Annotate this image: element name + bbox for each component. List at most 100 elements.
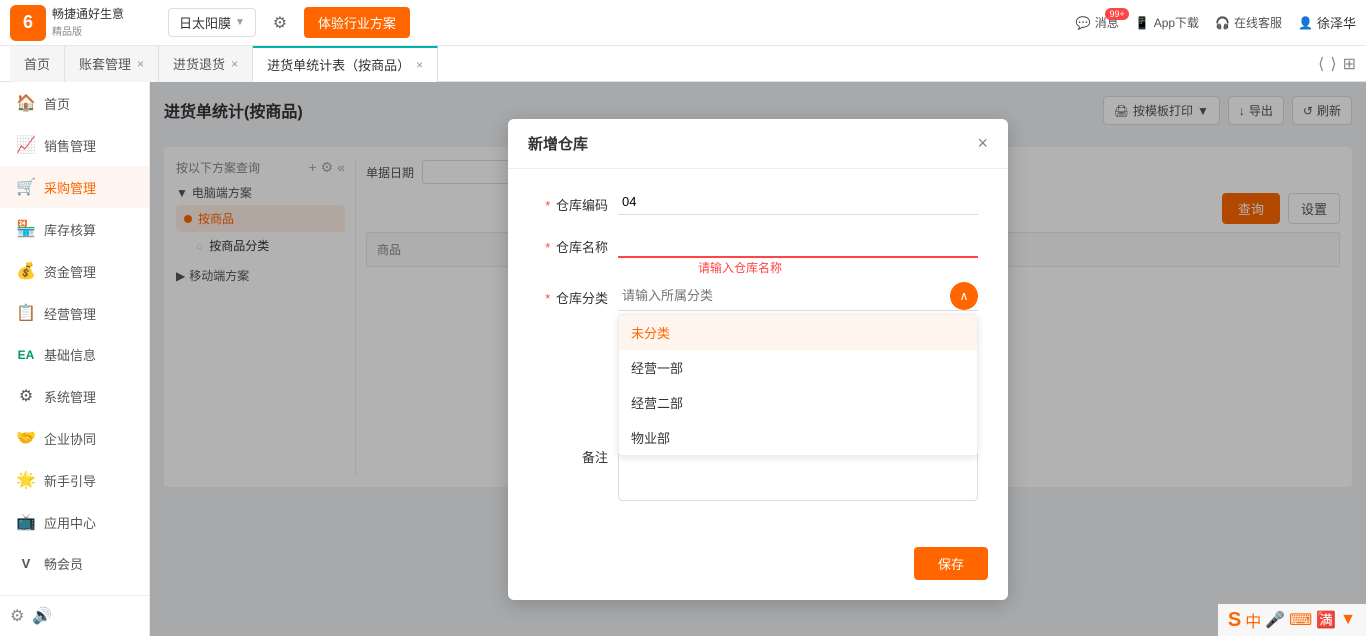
dialog-footer: 保存	[508, 537, 1008, 600]
tab-purchase-return[interactable]: 进货退货 ×	[159, 46, 253, 82]
modal-overlay: 新增仓库 × * 仓库编码 *	[150, 82, 1366, 636]
dropdown-list: 未分类 经营一部 经营二部 物业部	[618, 314, 978, 456]
sidebar-item-inventory[interactable]: 🏪 库存核算	[0, 208, 149, 250]
tab-purchase-return-close[interactable]: ×	[231, 57, 238, 71]
app-download-button[interactable]: 📱 App下载	[1135, 14, 1199, 31]
tab-accounts-label: 账套管理	[79, 54, 131, 73]
bottom-lang-icon[interactable]: 🈵	[1316, 610, 1336, 630]
code-label: * 仓库编码	[538, 189, 608, 214]
form-row-code: * 仓库编码	[538, 189, 978, 215]
username: 徐泽华	[1317, 13, 1356, 32]
save-button[interactable]: 保存	[914, 547, 988, 580]
sales-icon: 📈	[16, 135, 36, 155]
sidebar-purchase-label: 采购管理	[44, 178, 96, 197]
sidebar-basic-label: 基础信息	[44, 345, 96, 364]
form-row-name: * 仓库名称 请输入仓库名称	[538, 231, 978, 258]
logo-icon: 6	[10, 5, 46, 41]
sidebar-item-management[interactable]: 📋 经营管理	[0, 292, 149, 334]
dialog-title: 新增仓库	[528, 133, 588, 154]
sidebar-item-apps[interactable]: 📺 应用中心	[0, 501, 149, 543]
bottom-bar: S 中 🎤 ⌨ 🈵 ▼	[1218, 604, 1366, 636]
gear-button[interactable]: ⚙	[264, 7, 296, 39]
sidebar-item-purchase[interactable]: 🛒 采购管理	[0, 166, 149, 208]
dropdown-item-dept1[interactable]: 经营一部	[619, 350, 977, 385]
sidebar-inventory-label: 库存核算	[44, 220, 96, 239]
dropdown-toggle[interactable]: ∧	[950, 282, 978, 310]
tab-purchase-stats-label: 进货单统计表（按商品）	[267, 55, 410, 74]
sidebar-system-label: 系统管理	[44, 387, 96, 406]
sidebar-item-system[interactable]: ⚙ 系统管理	[0, 375, 149, 417]
cooperation-icon: 🤝	[16, 428, 36, 448]
bottom-settings-icon[interactable]: ▼	[1340, 611, 1356, 629]
finance-icon: 💰	[16, 261, 36, 281]
notes-label: 备注	[538, 441, 608, 466]
sidebar-management-label: 经营管理	[44, 304, 96, 323]
tab-accounts[interactable]: 账套管理 ×	[65, 46, 159, 82]
tab-bar: 首页 账套管理 × 进货退货 × 进货单统计表（按商品） × ⟨ ⟩ ⊞	[0, 46, 1366, 82]
dialog-body: * 仓库编码 * 仓库名称 请输入仓库名称	[508, 169, 1008, 537]
main-layout: 🏠 首页 📈 销售管理 🛒 采购管理 🏪 库存核算 💰 资金管理 📋 经营管理 …	[0, 82, 1366, 636]
user-icon: 👤	[1298, 16, 1313, 30]
tab-home[interactable]: 首页	[10, 46, 65, 82]
tab-accounts-close[interactable]: ×	[137, 57, 144, 71]
tab-nav-prev[interactable]: ⟨	[1318, 54, 1324, 74]
form-row-category: * 仓库分类 ∧ 未分类 经营一部 经营二部	[538, 282, 978, 311]
sidebar-item-vip[interactable]: V 畅会员	[0, 543, 149, 584]
name-input[interactable]	[618, 231, 978, 258]
trial-button[interactable]: 体验行业方案	[304, 7, 410, 38]
logo-title: 畅捷通好生意	[52, 7, 124, 23]
bottom-s-icon[interactable]: S	[1228, 609, 1241, 632]
dropdown-item-property[interactable]: 物业部	[619, 420, 977, 455]
store-selector[interactable]: 日太阳膜 ▼	[168, 8, 256, 37]
store-arrow: ▼	[235, 17, 245, 28]
management-icon: 📋	[16, 303, 36, 323]
dropdown-item-uncategorized[interactable]: 未分类	[619, 315, 977, 350]
dropdown-item-dept2[interactable]: 经营二部	[619, 385, 977, 420]
online-service-button[interactable]: 🎧 在线客服	[1215, 14, 1282, 31]
sidebar-item-sales[interactable]: 📈 销售管理	[0, 124, 149, 166]
bottom-keyboard-icon[interactable]: ⌨	[1289, 610, 1312, 630]
bottom-mic-icon[interactable]: 🎤	[1265, 610, 1285, 630]
name-error-msg: 请输入仓库名称	[698, 259, 782, 276]
messages-badge: 99+	[1105, 8, 1128, 20]
tab-more[interactable]: ⊞	[1343, 54, 1356, 74]
sidebar-item-basic[interactable]: EA 基础信息	[0, 334, 149, 375]
sidebar-bottom: ⚙ 🔊	[0, 595, 149, 636]
sidebar-item-finance[interactable]: 💰 资金管理	[0, 250, 149, 292]
volume-icon[interactable]: 🔊	[32, 606, 52, 626]
home-icon: 🏠	[16, 93, 36, 113]
name-label: * 仓库名称	[538, 231, 608, 256]
top-right: 💬 消息 99+ 📱 App下载 🎧 在线客服 👤 徐泽华	[1076, 13, 1356, 32]
sidebar-item-home[interactable]: 🏠 首页	[0, 82, 149, 124]
top-bar: 6 畅捷通好生意 精品版 日太阳膜 ▼ ⚙ 体验行业方案 💬 消息 99+ 📱 …	[0, 0, 1366, 46]
vip-icon: V	[16, 556, 36, 571]
dialog-new-warehouse: 新增仓库 × * 仓库编码 *	[508, 119, 1008, 600]
bottom-chinese-icon[interactable]: 中	[1245, 608, 1261, 632]
sidebar-home-label: 首页	[44, 94, 70, 113]
guide-icon: 🌟	[16, 470, 36, 490]
apps-icon: 📺	[16, 512, 36, 532]
tab-purchase-stats-close[interactable]: ×	[416, 58, 423, 72]
sidebar-cooperation-label: 企业协同	[44, 429, 96, 448]
logo-badge: 精品版	[52, 23, 124, 38]
sidebar-apps-label: 应用中心	[44, 513, 96, 532]
code-input[interactable]	[618, 189, 978, 215]
message-icon: 💬	[1076, 16, 1091, 30]
messages-button[interactable]: 💬 消息 99+	[1076, 14, 1119, 31]
user-area[interactable]: 👤 徐泽华	[1298, 13, 1356, 32]
inventory-icon: 🏪	[16, 219, 36, 239]
dialog-close-button[interactable]: ×	[977, 133, 988, 154]
category-label: * 仓库分类	[538, 282, 608, 307]
tab-bar-right: ⟨ ⟩ ⊞	[1318, 54, 1366, 74]
logo-area: 6 畅捷通好生意 精品版	[10, 5, 160, 41]
app-icon: 📱	[1135, 16, 1150, 30]
tab-purchase-stats[interactable]: 进货单统计表（按商品） ×	[253, 46, 438, 82]
sidebar-item-guide[interactable]: 🌟 新手引导	[0, 459, 149, 501]
category-input[interactable]	[618, 283, 950, 308]
sidebar-item-cooperation[interactable]: 🤝 企业协同	[0, 417, 149, 459]
tab-nav-next[interactable]: ⟩	[1330, 54, 1336, 74]
sidebar-vip-label: 畅会员	[44, 554, 83, 573]
purchase-icon: 🛒	[16, 177, 36, 197]
settings-icon[interactable]: ⚙	[10, 606, 24, 626]
store-name: 日太阳膜	[179, 13, 231, 32]
